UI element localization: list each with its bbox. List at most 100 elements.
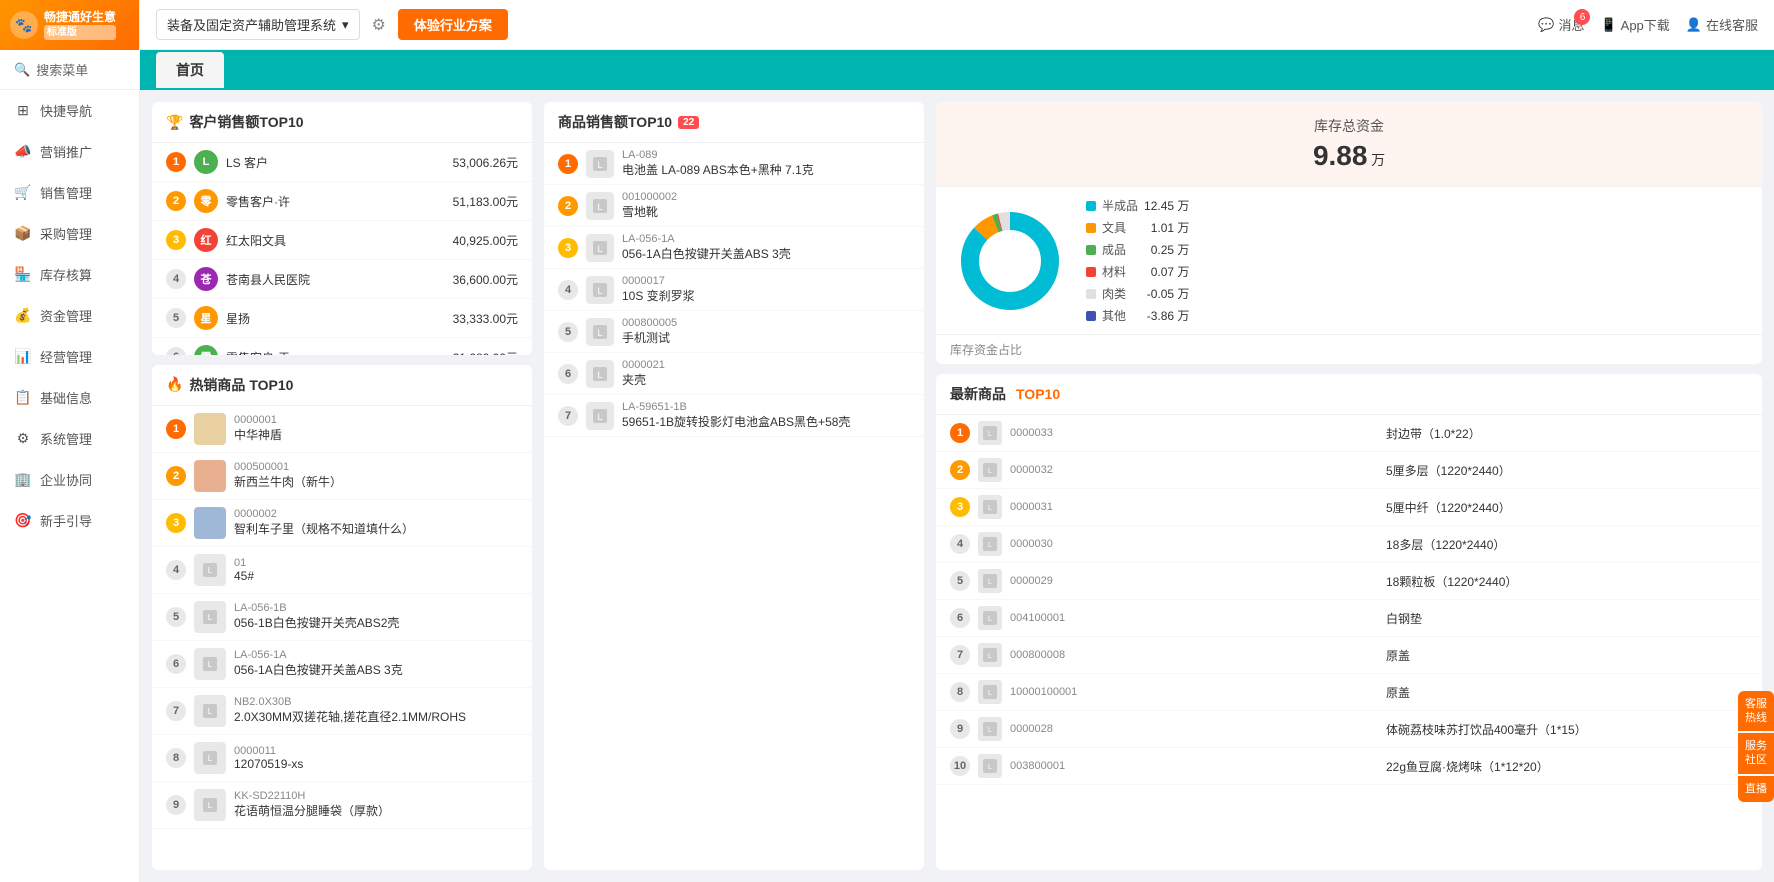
sidebar-item-system[interactable]: ⚙ 系统管理 <box>0 418 139 459</box>
sidebar-item-operations[interactable]: 📊 经营管理 <box>0 336 139 377</box>
service-icon: 👤 <box>1686 17 1702 33</box>
rank-number: 6 <box>950 608 970 628</box>
hot-products-header: 🔥 热销商品 TOP10 <box>152 365 532 406</box>
hot-icon: 🔥 <box>166 376 183 393</box>
app-label: App下载 <box>1621 15 1670 34</box>
product-rank-item: 6 L 0000021 夹壳 <box>544 353 924 395</box>
svg-text:L: L <box>597 286 602 296</box>
new-product-thumb: L <box>978 606 1002 630</box>
cs-hotline-btn[interactable]: 客服热线 <box>1738 691 1774 732</box>
system-select[interactable]: 装备及固定资产辅助管理系统 ▾ <box>156 9 360 40</box>
service-action[interactable]: 👤 在线客服 <box>1686 15 1758 34</box>
inventory-legend: 半成品 12.45 万 文具 1.01 万 成品 0.25 万 材料 0.07 … <box>1086 197 1189 324</box>
nav-icon-quick: ⊞ <box>14 102 32 119</box>
topbar-right: 💬 消息 6 📱 App下载 👤 在线客服 <box>1538 15 1758 34</box>
sidebar-item-basic[interactable]: 📋 基础信息 <box>0 377 139 418</box>
customer-rank-item: 2 零 零售客户·许 51,183.00元 <box>152 182 532 221</box>
rank-number: 8 <box>166 748 186 768</box>
rank-number: 8 <box>950 682 970 702</box>
sidebar-item-inventory[interactable]: 🏪 库存核算 <box>0 254 139 295</box>
product-code: LA-056-1A <box>622 233 910 245</box>
new-product-name: 18颗粒板（1220*2440） <box>1386 573 1748 590</box>
customer-rank-item: 5 星 星扬 33,333.00元 <box>152 299 532 338</box>
new-product-name: 原盖 <box>1386 647 1748 664</box>
product-code: 000800005 <box>622 317 910 329</box>
rank-number: 2 <box>166 191 186 211</box>
hot-product-name: 智利车子里（规格不知道填什么） <box>234 520 414 537</box>
col-mid: 商品销售额TOP10 22 1 L LA-089 电池盖 LA-089 ABS本… <box>544 102 924 870</box>
product-thumb: L <box>586 192 614 220</box>
rank-number: 4 <box>166 560 186 580</box>
main-wrapper: 装备及固定资产辅助管理系统 ▾ ⚙ 体验行业方案 💬 消息 6 📱 App下载 … <box>140 0 1774 882</box>
tab-nav: 首页 <box>140 50 1774 90</box>
inventory-summary: 库存总资金 9.88 万 <box>936 102 1762 187</box>
rank-number: 7 <box>950 645 970 665</box>
product-name: 雪地靴 <box>622 203 910 220</box>
sidebar-item-purchase[interactable]: 📦 采购管理 <box>0 213 139 254</box>
legend-item: 其他 -3.86 万 <box>1086 307 1189 324</box>
rank-number: 4 <box>558 280 578 300</box>
settings-icon[interactable]: ⚙ <box>372 15 386 35</box>
rank-number: 7 <box>558 406 578 426</box>
sidebar-item-quick-nav[interactable]: ⊞ 快捷导航 <box>0 90 139 131</box>
nav-icon-enterprise: 🏢 <box>14 471 32 488</box>
sidebar-item-guide[interactable]: 🎯 新手引导 <box>0 500 139 541</box>
trial-button[interactable]: 体验行业方案 <box>398 9 508 40</box>
logo-icon: 🐾 <box>10 11 38 39</box>
hot-product-code: KK-SD22110H <box>234 790 390 802</box>
customer-value: 53,006.26元 <box>453 154 518 171</box>
nav-label-purchase: 采购管理 <box>40 224 92 243</box>
new-product-thumb: L <box>978 680 1002 704</box>
svg-text:L: L <box>988 579 992 586</box>
nav-icon-ops: 📊 <box>14 348 32 365</box>
sidebar-item-enterprise[interactable]: 🏢 企业协同 <box>0 459 139 500</box>
sidebar-item-finance[interactable]: 💰 资金管理 <box>0 295 139 336</box>
svg-text:L: L <box>597 160 602 170</box>
cs-float: 客服热线 服务社区 直播 <box>1738 691 1774 802</box>
message-badge: 6 <box>1574 9 1590 25</box>
hot-products-card: 🔥 热销商品 TOP10 1 0000001 中华神盾 2 000500001 … <box>152 365 532 870</box>
new-product-thumb: L <box>978 532 1002 556</box>
rank-number: 2 <box>166 466 186 486</box>
product-name: 10S 变刹罗浆 <box>622 287 910 304</box>
sidebar-item-marketing[interactable]: 📣 营销推广 <box>0 131 139 172</box>
hot-product-name: 新西兰牛肉（新牛） <box>234 473 342 490</box>
hot-product-name: 056-1B白色按键开关壳ABS2壳 <box>234 614 399 631</box>
legend-item: 材料 0.07 万 <box>1086 263 1189 280</box>
customer-value: 33,333.00元 <box>453 310 518 327</box>
new-product-thumb: L <box>978 643 1002 667</box>
sidebar-item-sales[interactable]: 🛒 销售管理 <box>0 172 139 213</box>
new-product-item: 2 L 0000032 5厘多层（1220*2440） <box>936 452 1762 489</box>
new-product-item: 10 L 003800001 22g鱼豆腐·烧烤味（1*12*20） <box>936 748 1762 785</box>
tab-home-label: 首页 <box>176 62 204 78</box>
customer-rank-item: 4 苍 苍南县人民医院 36,600.00元 <box>152 260 532 299</box>
nav-label-basic: 基础信息 <box>40 388 92 407</box>
new-product-item: 3 L 0000031 5厘中纤（1220*2440） <box>936 489 1762 526</box>
new-product-item: 8 L 10000100001 原盖 <box>936 674 1762 711</box>
product-rank-item: 4 L 0000017 10S 变刹罗浆 <box>544 269 924 311</box>
hot-product-name: 中华神盾 <box>234 426 282 443</box>
customer-value: 36,600.00元 <box>453 271 518 288</box>
new-product-code: 004100001 <box>1010 612 1372 624</box>
customer-avatar: 零 <box>194 345 218 355</box>
app-download-action[interactable]: 📱 App下载 <box>1600 15 1669 34</box>
cs-community-btn[interactable]: 服务社区 <box>1738 733 1774 774</box>
message-action[interactable]: 💬 消息 6 <box>1538 15 1584 34</box>
hot-product-item: 1 0000001 中华神盾 <box>152 406 532 453</box>
svg-text:L: L <box>597 328 602 338</box>
inv-unit: 万 <box>1371 152 1385 168</box>
rank-number: 1 <box>950 423 970 443</box>
hot-product-item: 8 L 0000011 12070519-xs <box>152 735 532 782</box>
search-menu[interactable]: 🔍 搜索菜单 <box>0 50 139 90</box>
tab-home[interactable]: 首页 <box>156 52 224 88</box>
nav-label-guide: 新手引导 <box>40 511 92 530</box>
new-products-card: 最新商品 TOP10 1 L 0000033 封边带（1.0*22） 2 L 0… <box>936 374 1762 870</box>
customer-value: 51,183.00元 <box>453 193 518 210</box>
cs-live-btn[interactable]: 直播 <box>1738 776 1774 802</box>
legend-value: -3.86 万 <box>1147 307 1190 324</box>
product-rank-header: 商品销售额TOP10 22 <box>544 102 924 143</box>
product-thumb: L <box>586 234 614 262</box>
nav-icon-finance: 💰 <box>14 307 32 324</box>
hot-product-code: 0000011 <box>234 745 303 757</box>
new-product-name: 体碗荔枝味苏打饮品400毫升（1*15） <box>1386 721 1748 738</box>
